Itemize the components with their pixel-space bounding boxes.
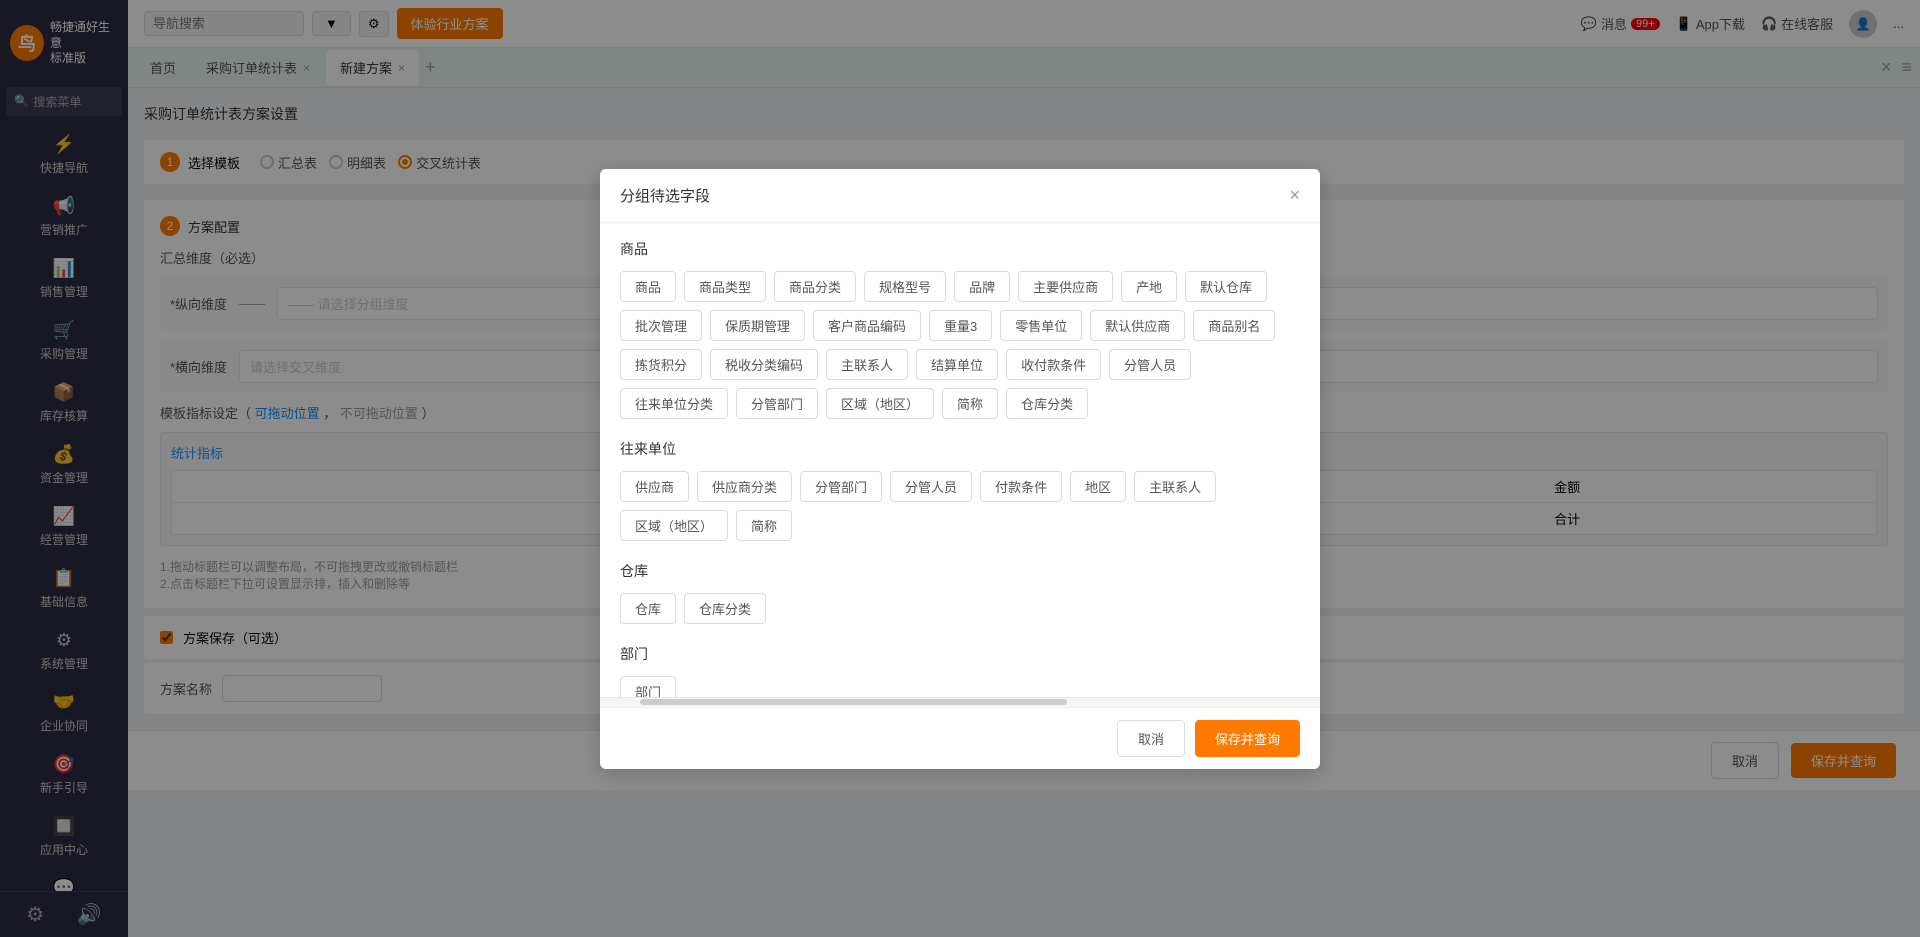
field-section-partner: 往来单位供应商供应商分类分管部门分管人员付款条件地区主联系人区域（地区） 简称 xyxy=(620,439,1300,541)
field-chip[interactable]: 税收分类编码 xyxy=(710,349,818,380)
modal-overlay: 分组待选字段 × 商品商品商品类型商品分类规格型号品牌主要供应商产地默认仓库批次… xyxy=(0,0,1920,937)
modal-confirm-btn[interactable]: 保存并查询 xyxy=(1195,720,1300,757)
field-chip[interactable]: 默认仓库 xyxy=(1185,271,1267,302)
modal-title: 分组待选字段 xyxy=(620,185,710,206)
field-chips-warehouse: 仓库仓库分类 xyxy=(620,593,1300,624)
field-chip[interactable]: 供应商分类 xyxy=(697,471,792,502)
field-chip[interactable]: 批次管理 xyxy=(620,310,702,341)
field-chip[interactable]: 品牌 xyxy=(954,271,1010,302)
field-chip[interactable]: 主联系人 xyxy=(1134,471,1216,502)
field-chips-partner: 供应商供应商分类分管部门分管人员付款条件地区主联系人区域（地区） 简称 xyxy=(620,471,1300,541)
field-chip[interactable]: 往来单位分类 xyxy=(620,388,728,419)
field-chip[interactable]: 简称 xyxy=(736,510,792,541)
modal-header: 分组待选字段 × xyxy=(600,169,1320,223)
field-chip[interactable]: 商品分类 xyxy=(774,271,856,302)
field-section-title-partner: 往来单位 xyxy=(620,439,1300,459)
modal-cancel-btn[interactable]: 取消 xyxy=(1117,720,1185,757)
field-chip[interactable]: 仓库分类 xyxy=(684,593,766,624)
field-section-title-department: 部门 xyxy=(620,644,1300,664)
field-chip[interactable]: 分管部门 xyxy=(800,471,882,502)
field-chip[interactable]: 规格型号 xyxy=(864,271,946,302)
modal-dialog: 分组待选字段 × 商品商品商品类型商品分类规格型号品牌主要供应商产地默认仓库批次… xyxy=(600,169,1320,769)
field-chip[interactable]: 拣货积分 xyxy=(620,349,702,380)
field-chip[interactable]: 默认供应商 xyxy=(1090,310,1185,341)
field-chips-department: 部门 xyxy=(620,676,1300,697)
field-section-title-goods: 商品 xyxy=(620,239,1300,259)
field-chip[interactable]: 客户商品编码 xyxy=(813,310,921,341)
field-chip[interactable]: 主要供应商 xyxy=(1018,271,1113,302)
field-chip[interactable]: 地区 xyxy=(1070,471,1126,502)
field-chip[interactable]: 供应商 xyxy=(620,471,689,502)
field-chip[interactable]: 保质期管理 xyxy=(710,310,805,341)
modal-close-btn[interactable]: × xyxy=(1289,185,1300,206)
field-chip[interactable]: 重量3 xyxy=(929,310,992,341)
field-chip[interactable]: 付款条件 xyxy=(980,471,1062,502)
field-section-goods: 商品商品商品类型商品分类规格型号品牌主要供应商产地默认仓库批次管理保质期管理客户… xyxy=(620,239,1300,419)
field-section-warehouse: 仓库仓库仓库分类 xyxy=(620,561,1300,624)
field-section-department: 部门部门 xyxy=(620,644,1300,697)
field-chip[interactable]: 简称 xyxy=(942,388,998,419)
field-chips-goods: 商品商品类型商品分类规格型号品牌主要供应商产地默认仓库批次管理保质期管理客户商品… xyxy=(620,271,1300,419)
field-chip[interactable]: 分管人员 xyxy=(1109,349,1191,380)
field-chip[interactable]: 零售单位 xyxy=(1000,310,1082,341)
field-section-title-warehouse: 仓库 xyxy=(620,561,1300,581)
field-chip[interactable]: 分管人员 xyxy=(890,471,972,502)
field-chip[interactable]: 区域（地区） xyxy=(620,510,728,541)
modal-body: 商品商品商品类型商品分类规格型号品牌主要供应商产地默认仓库批次管理保质期管理客户… xyxy=(600,223,1320,697)
modal-hscroll xyxy=(600,697,1320,707)
field-chip[interactable]: 分管部门 xyxy=(736,388,818,419)
hscroll-bar xyxy=(640,699,1067,705)
field-chip[interactable]: 区域（地区） xyxy=(826,388,934,419)
field-chip[interactable]: 仓库 xyxy=(620,593,676,624)
field-chip[interactable]: 产地 xyxy=(1121,271,1177,302)
field-chip[interactable]: 结算单位 xyxy=(916,349,998,380)
field-chip[interactable]: 仓库分类 xyxy=(1006,388,1088,419)
modal-footer: 取消 保存并查询 xyxy=(600,707,1320,769)
field-chip[interactable]: 部门 xyxy=(620,676,676,697)
field-chip[interactable]: 商品别名 xyxy=(1193,310,1275,341)
field-chip[interactable]: 收付款条件 xyxy=(1006,349,1101,380)
field-chip[interactable]: 商品 xyxy=(620,271,676,302)
field-chip[interactable]: 主联系人 xyxy=(826,349,908,380)
field-chip[interactable]: 商品类型 xyxy=(684,271,766,302)
